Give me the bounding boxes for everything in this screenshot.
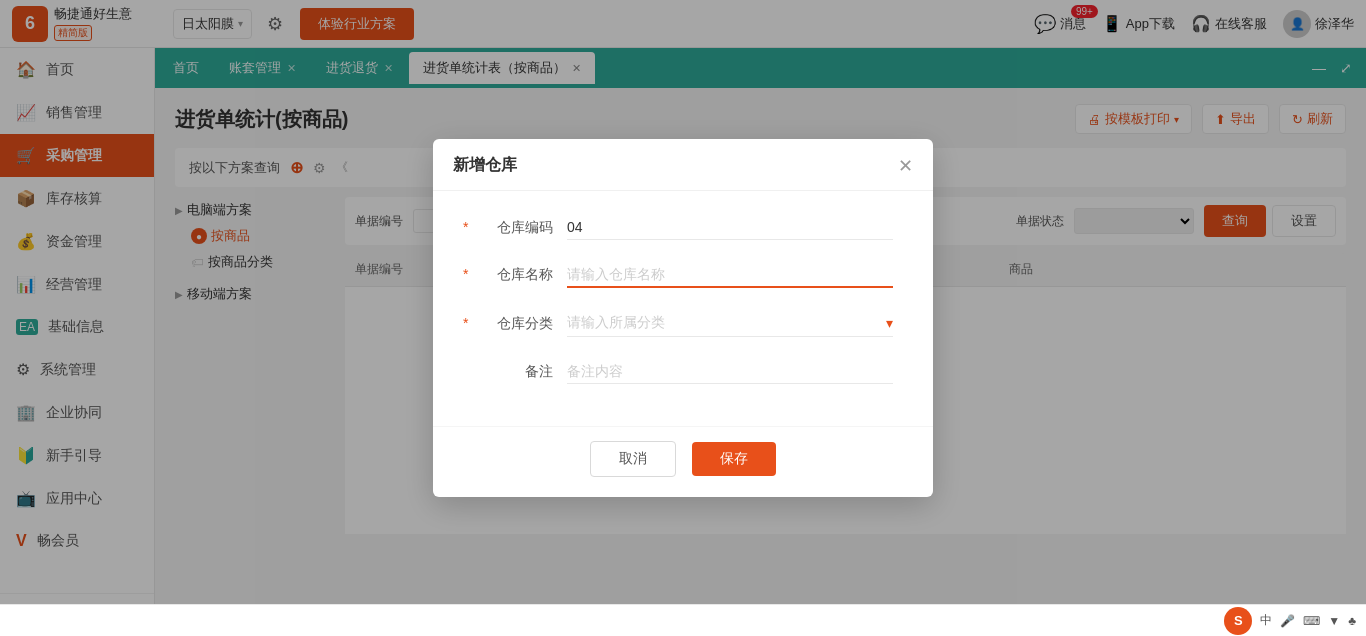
dialog-body: 仓库编码 仓库名称 仓库分类 请输入所属分类 ▾ 备注	[433, 191, 933, 426]
form-row-remark: 备注	[473, 359, 893, 384]
new-warehouse-dialog: 新增仓库 ✕ 仓库编码 仓库名称 仓库分类 请输入所属分类 ▾	[433, 139, 933, 497]
form-row-category: 仓库分类 请输入所属分类 ▾	[473, 310, 893, 337]
statusbar-keyboard[interactable]: ⌨	[1303, 614, 1320, 628]
warehouse-category-placeholder: 请输入所属分类	[567, 314, 886, 332]
statusbar-zh[interactable]: 中	[1260, 612, 1272, 629]
status-bar: S 中 🎤 ⌨ ▼ ♣	[0, 604, 1366, 636]
modal-overlay[interactable]: 新增仓库 ✕ 仓库编码 仓库名称 仓库分类 请输入所属分类 ▾	[0, 0, 1366, 636]
statusbar-settings[interactable]: ▼	[1328, 614, 1340, 628]
form-row-name: 仓库名称	[473, 262, 893, 288]
dialog-close-icon[interactable]: ✕	[898, 157, 913, 175]
form-row-code: 仓库编码	[473, 215, 893, 240]
warehouse-category-select[interactable]: 请输入所属分类 ▾	[567, 310, 893, 337]
statusbar-logo: S	[1224, 607, 1252, 635]
form-label-category: 仓库分类	[473, 315, 553, 333]
statusbar-mic[interactable]: 🎤	[1280, 614, 1295, 628]
dialog-footer: 取消 保存	[433, 426, 933, 497]
form-label-code: 仓库编码	[473, 219, 553, 237]
save-button[interactable]: 保存	[692, 442, 776, 476]
warehouse-name-input[interactable]	[567, 262, 893, 288]
dialog-header: 新增仓库 ✕	[433, 139, 933, 191]
warehouse-code-input[interactable]	[567, 215, 893, 240]
warehouse-remark-input[interactable]	[567, 359, 893, 384]
dialog-title: 新增仓库	[453, 155, 517, 176]
statusbar-more[interactable]: ♣	[1348, 614, 1356, 628]
cancel-button[interactable]: 取消	[590, 441, 676, 477]
form-label-remark: 备注	[473, 363, 553, 381]
form-label-name: 仓库名称	[473, 266, 553, 284]
category-dropdown-arrow[interactable]: ▾	[886, 315, 893, 331]
